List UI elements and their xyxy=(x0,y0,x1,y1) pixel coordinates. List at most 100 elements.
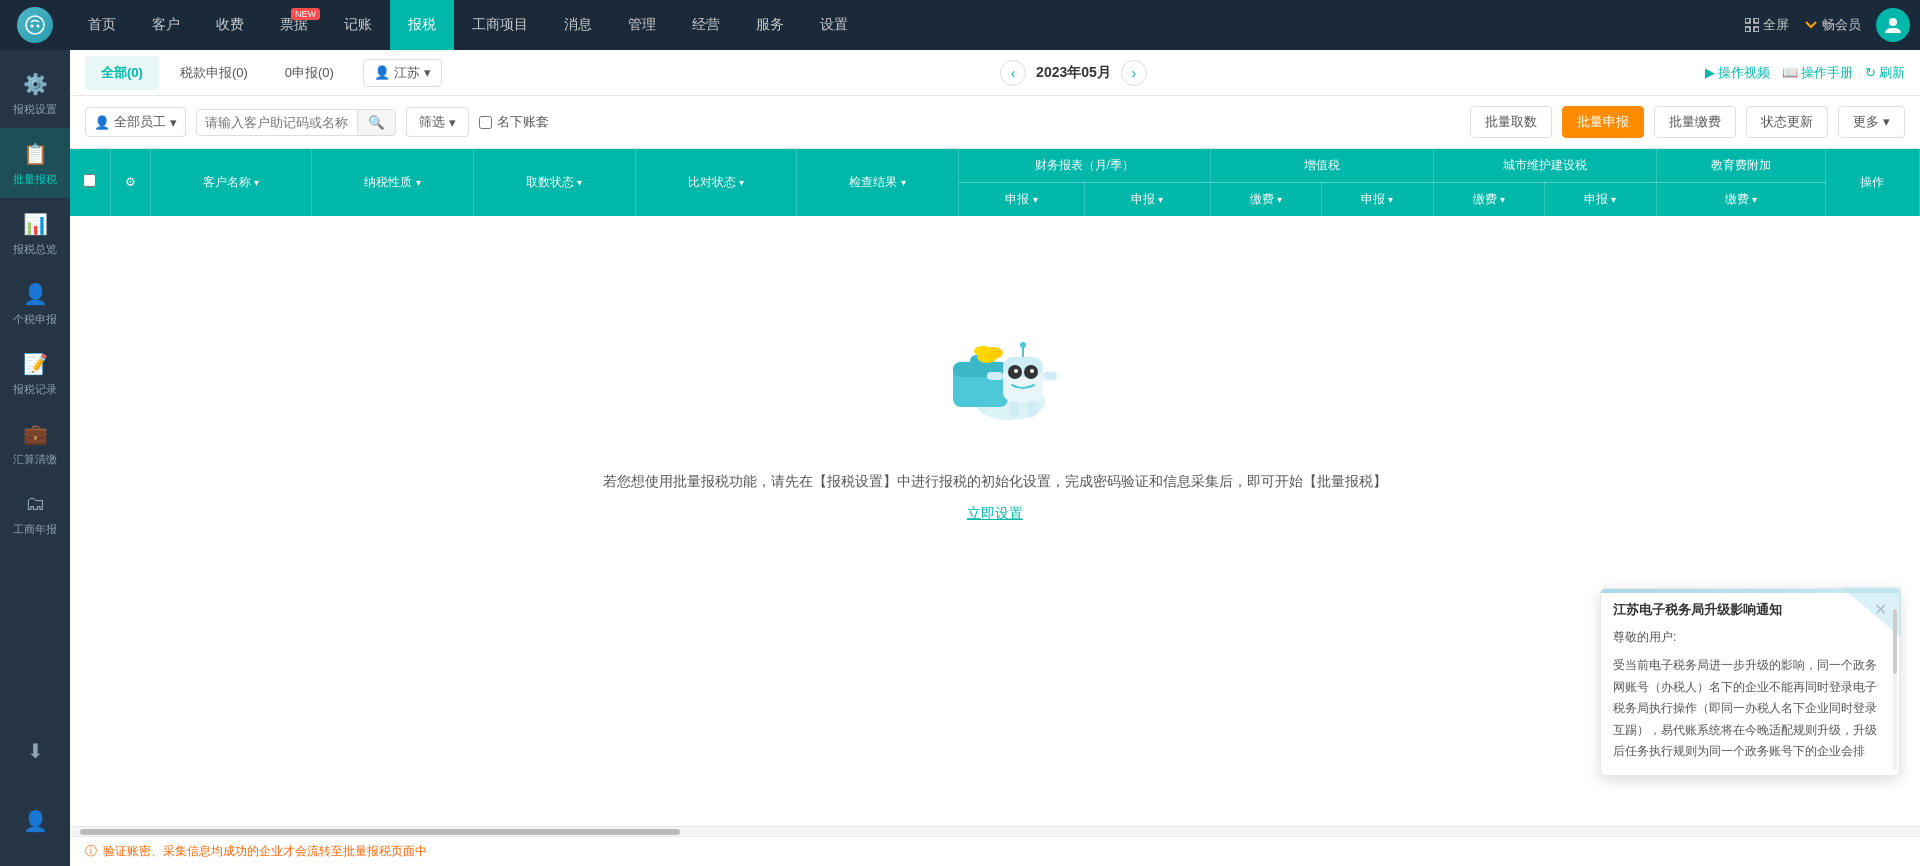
svg-point-1 xyxy=(37,25,40,28)
annual-tax-icon: 💼 xyxy=(21,420,49,448)
sidebar-item-batch-tax[interactable]: 📋 批量报税 xyxy=(0,128,70,198)
nav-business[interactable]: 工商项目 xyxy=(454,0,546,50)
sidebar-item-tax-settings[interactable]: ⚙️ 报税设置 xyxy=(0,58,70,128)
region-selector[interactable]: 👤 江苏 ▾ xyxy=(363,59,442,87)
filter-icon-fin-dec[interactable]: ▾ xyxy=(1033,194,1038,205)
chevron-down-icon: ▾ xyxy=(424,65,431,80)
status-update-btn[interactable]: 状态更新 xyxy=(1746,106,1828,138)
sidebar-item-personal-tax[interactable]: 👤 个税申报 xyxy=(0,268,70,338)
operation-video-btn[interactable]: ▶ 操作视频 xyxy=(1705,64,1770,82)
warning-text: 验证账密、采集信息均成功的企业才会流转至批量报税页面中 xyxy=(103,843,427,860)
tax-records-icon: 📝 xyxy=(21,350,49,378)
notification-title: 江苏电子税务局升级影响通知 xyxy=(1613,601,1782,619)
notification-scrollbar[interactable] xyxy=(1893,609,1897,770)
tab-all[interactable]: 全部(0) xyxy=(85,56,159,90)
th-check-result: 检查结果 ▾ xyxy=(797,149,959,216)
vip-btn[interactable]: 畅会员 xyxy=(1804,16,1861,34)
nav-customer[interactable]: 客户 xyxy=(134,0,198,50)
filter-icon-city-dec[interactable]: ▾ xyxy=(1388,194,1393,205)
sidebar-item-annual-tax[interactable]: 💼 汇算清缴 xyxy=(0,408,70,478)
th-fetch-status: 取数状态 ▾ xyxy=(473,149,635,216)
nav-operation[interactable]: 经营 xyxy=(674,0,738,50)
refresh-btn[interactable]: ↻ 刷新 xyxy=(1865,64,1905,82)
user-icon-small: 👤 xyxy=(374,65,390,80)
toolbar: 👤 全部员工 ▾ 🔍 筛选 ▾ 名下账套 批量取数 批量申报 xyxy=(70,96,1920,149)
th-edu-declare: 申报 ▾ xyxy=(1545,183,1657,217)
nav-service[interactable]: 服务 xyxy=(738,0,802,50)
filter-icon-city-pay[interactable]: ▾ xyxy=(1500,194,1505,205)
notification-body: 尊敬的用户: 受当前电子税务局进一步升级的影响，同一个政务网账号（办税人）名下的… xyxy=(1613,627,1887,763)
nav-invoice[interactable]: 票据 NEW xyxy=(262,0,326,50)
personal-tax-icon: 👤 xyxy=(21,280,49,308)
th-select-all xyxy=(70,149,110,216)
filter-icon-compare[interactable]: ▾ xyxy=(739,177,744,188)
settings-icon[interactable]: ⚙ xyxy=(125,175,136,189)
filter-icon-vat-dec[interactable]: ▾ xyxy=(1158,194,1163,205)
tabs-bar: 全部(0) 税款申报(0) 0申报(0) 👤 江苏 ▾ ‹ 2023年05月 ›… xyxy=(70,50,1920,96)
svg-rect-4 xyxy=(1745,27,1750,32)
operation-manual-btn[interactable]: 📖 操作手册 xyxy=(1782,64,1853,82)
filter-icon-edu-pay[interactable]: ▾ xyxy=(1752,194,1757,205)
empty-description: 若您想使用批量报税功能，请先在【报税设置】中进行报税的初始化设置，完成密码验证和… xyxy=(603,467,1387,495)
tax-overview-icon: 📊 xyxy=(21,210,49,238)
horizontal-scrollbar[interactable] xyxy=(70,826,1920,836)
batch-fetch-btn[interactable]: 批量取数 xyxy=(1470,106,1552,138)
account-checkbox-label[interactable]: 名下账套 xyxy=(479,113,549,131)
scrollbar-thumb[interactable] xyxy=(80,829,680,835)
filter-icon-check[interactable]: ▾ xyxy=(901,177,906,188)
tab-tax-declaration[interactable]: 税款申报(0) xyxy=(164,56,264,90)
more-btn[interactable]: 更多 ▾ xyxy=(1838,106,1905,138)
empty-state: 若您想使用批量报税功能，请先在【报税设置】中进行报税的初始化设置，完成密码验证和… xyxy=(70,217,1920,603)
fullscreen-btn[interactable]: 全屏 xyxy=(1745,16,1789,34)
th-settings: ⚙ xyxy=(110,149,150,216)
batch-declare-btn[interactable]: 批量申报 xyxy=(1562,106,1644,138)
svg-rect-2 xyxy=(1745,18,1750,23)
user-icon: 👤 xyxy=(21,807,49,835)
tab-zero-declaration[interactable]: 0申报(0) xyxy=(269,56,350,90)
sidebar-bottom: ⬇ 👤 xyxy=(0,716,70,866)
nav-fee[interactable]: 收费 xyxy=(198,0,262,50)
month-navigator: ‹ 2023年05月 › xyxy=(1000,60,1147,86)
setup-link[interactable]: 立即设置 xyxy=(967,505,1023,523)
th-city-pay: 缴费 ▾ xyxy=(1433,183,1545,217)
filter-icon-vat-pay[interactable]: ▾ xyxy=(1277,194,1282,205)
nav-tax[interactable]: 报税 xyxy=(390,0,454,50)
sidebar-user[interactable]: 👤 xyxy=(0,786,70,856)
sidebar-item-tax-overview[interactable]: 📊 报税总览 xyxy=(0,198,70,268)
refresh-icon: ↻ xyxy=(1865,65,1876,80)
sidebar-download[interactable]: ⬇ xyxy=(0,716,70,786)
filter-icon-nature[interactable]: ▾ xyxy=(416,177,421,188)
nav-home[interactable]: 首页 xyxy=(70,0,134,50)
nav-settings[interactable]: 设置 xyxy=(802,0,866,50)
svg-rect-23 xyxy=(1027,401,1037,417)
nav-manage[interactable]: 管理 xyxy=(610,0,674,50)
nav-accounting[interactable]: 记账 xyxy=(326,0,390,50)
account-checkbox[interactable] xyxy=(479,116,492,129)
play-icon: ▶ xyxy=(1705,65,1715,80)
prev-month-btn[interactable]: ‹ xyxy=(1000,60,1026,86)
annual-report-icon: 🗂 xyxy=(21,490,49,518)
filter-icon-name[interactable]: ▾ xyxy=(254,177,259,188)
employee-selector[interactable]: 👤 全部员工 ▾ xyxy=(85,107,186,137)
nav-badge-new: NEW xyxy=(291,8,320,20)
filter-icon-fetch[interactable]: ▾ xyxy=(577,177,582,188)
sidebar-item-annual-report[interactable]: 🗂 工商年报 xyxy=(0,478,70,548)
filter-chevron-icon: ▾ xyxy=(449,115,456,130)
next-month-btn[interactable]: › xyxy=(1121,60,1147,86)
search-button[interactable]: 🔍 xyxy=(357,110,395,135)
user-avatar[interactable] xyxy=(1876,8,1910,42)
search-input[interactable] xyxy=(197,110,357,135)
th-vat-pay: 缴费 ▾ xyxy=(1210,183,1322,217)
book-icon: 📖 xyxy=(1782,65,1798,80)
nav-message[interactable]: 消息 xyxy=(546,0,610,50)
filter-icon-edu-dec[interactable]: ▾ xyxy=(1611,194,1616,205)
th-financial-report: 财务报表（月/季） xyxy=(958,149,1210,183)
th-operation: 操作 xyxy=(1825,149,1919,216)
sidebar-item-tax-records[interactable]: 📝 报税记录 xyxy=(0,338,70,408)
th-edu-surcharge: 教育费附加 xyxy=(1656,149,1825,183)
svg-point-18 xyxy=(1014,369,1018,373)
filter-button[interactable]: 筛选 ▾ xyxy=(406,107,469,137)
select-all-checkbox[interactable] xyxy=(83,174,96,187)
batch-pay-btn[interactable]: 批量缴费 xyxy=(1654,106,1736,138)
current-month: 2023年05月 xyxy=(1036,64,1111,82)
